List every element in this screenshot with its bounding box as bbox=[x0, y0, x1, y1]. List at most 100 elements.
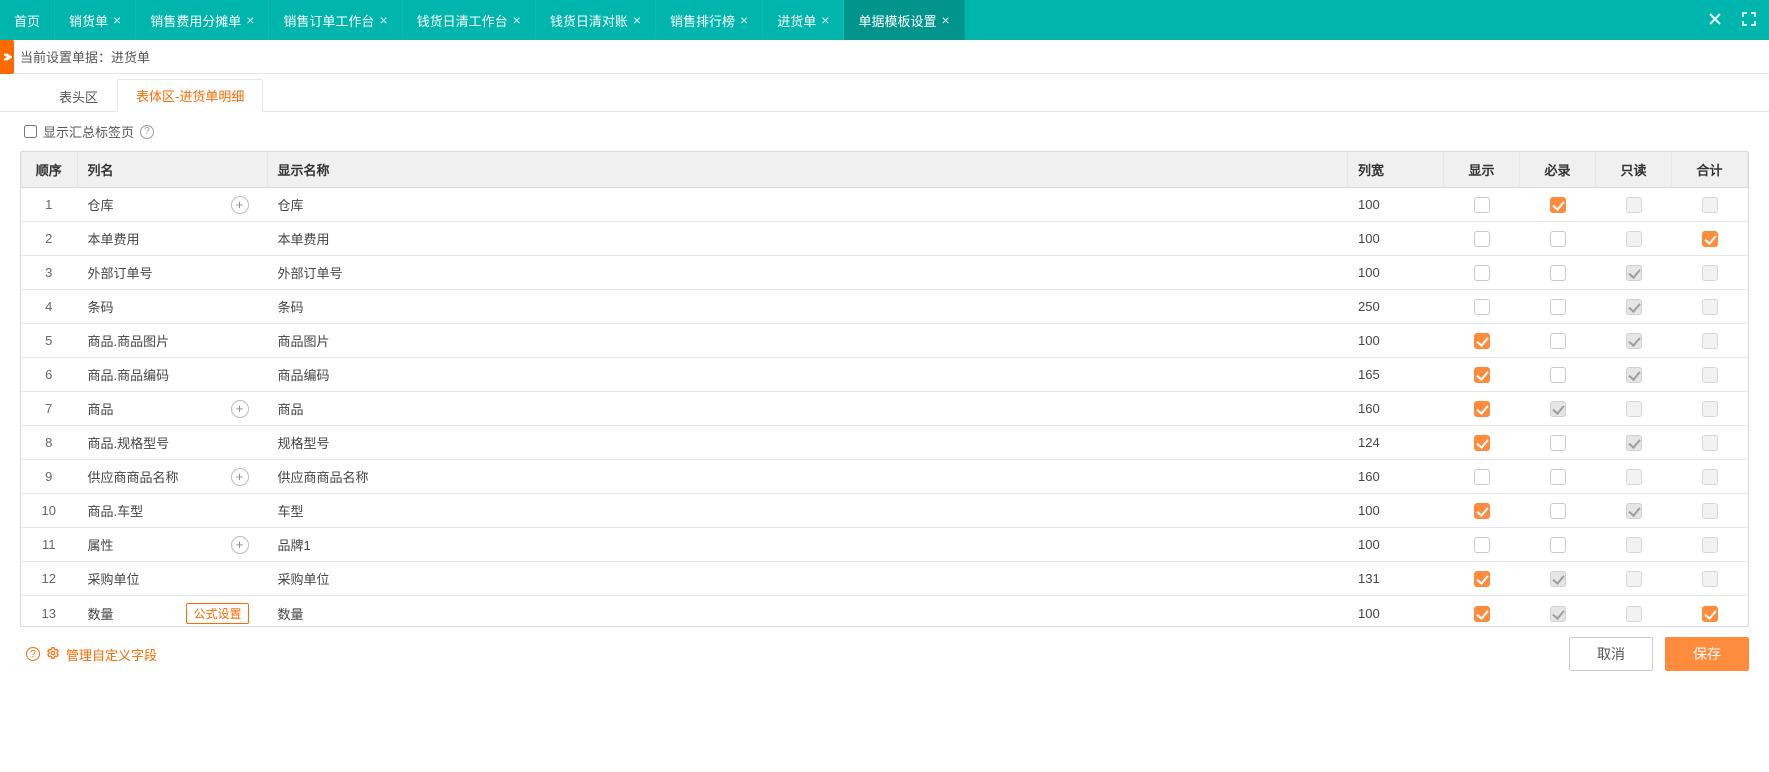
checkbox[interactable] bbox=[1474, 435, 1490, 451]
add-icon[interactable]: + bbox=[231, 468, 249, 486]
checkbox[interactable] bbox=[1550, 231, 1566, 247]
checkbox bbox=[1702, 299, 1718, 315]
manage-custom-fields-link[interactable]: 管理自定义字段 bbox=[66, 645, 157, 664]
checkbox bbox=[1702, 401, 1718, 417]
cell-display-name[interactable]: 仓库 bbox=[267, 188, 1348, 222]
table-row[interactable]: 8商品.规格型号规格型号124 bbox=[21, 426, 1748, 460]
cell-display-name[interactable]: 商品编码 bbox=[267, 358, 1348, 392]
close-icon[interactable]: × bbox=[246, 12, 254, 28]
table-row[interactable]: 7商品+商品160 bbox=[21, 392, 1748, 426]
checkbox[interactable] bbox=[1550, 469, 1566, 485]
app-tab[interactable]: 钱货日清对账× bbox=[536, 0, 656, 40]
collapse-handle-icon[interactable] bbox=[0, 40, 14, 74]
cell-display-name[interactable]: 商品图片 bbox=[267, 324, 1348, 358]
app-tab[interactable]: 销货单× bbox=[55, 0, 136, 40]
checkbox[interactable] bbox=[1550, 435, 1566, 451]
cell-show bbox=[1444, 392, 1520, 426]
cell-display-name[interactable]: 供应商商品名称 bbox=[267, 460, 1348, 494]
table-row[interactable]: 2本单费用本单费用100 bbox=[21, 222, 1748, 256]
close-icon[interactable]: × bbox=[821, 12, 829, 28]
close-all-icon[interactable] bbox=[1707, 11, 1723, 30]
checkbox[interactable] bbox=[1474, 571, 1490, 587]
cell-display-name[interactable]: 商品 bbox=[267, 392, 1348, 426]
table-row[interactable]: 13数量公式设置数量100 bbox=[21, 596, 1748, 627]
checkbox[interactable] bbox=[1474, 367, 1490, 383]
app-tab[interactable]: 销售费用分摊单× bbox=[136, 0, 269, 40]
checkbox[interactable] bbox=[1550, 197, 1566, 213]
cell-width[interactable]: 131 bbox=[1348, 562, 1444, 596]
cell-width[interactable]: 160 bbox=[1348, 460, 1444, 494]
close-icon[interactable]: × bbox=[513, 12, 521, 28]
add-icon[interactable]: + bbox=[231, 400, 249, 418]
checkbox[interactable] bbox=[1702, 231, 1718, 247]
checkbox[interactable] bbox=[1550, 367, 1566, 383]
app-tab[interactable]: 单据模板设置× bbox=[844, 0, 964, 40]
cell-width[interactable]: 165 bbox=[1348, 358, 1444, 392]
table-row[interactable]: 12采购单位采购单位131 bbox=[21, 562, 1748, 596]
cell-display-name[interactable]: 车型 bbox=[267, 494, 1348, 528]
table-row[interactable]: 6商品.商品编码商品编码165 bbox=[21, 358, 1748, 392]
app-tab[interactable]: 钱货日清工作台× bbox=[403, 0, 536, 40]
checkbox[interactable] bbox=[1474, 197, 1490, 213]
close-icon[interactable]: × bbox=[113, 12, 121, 28]
cancel-button[interactable]: 取消 bbox=[1569, 637, 1653, 671]
close-icon[interactable]: × bbox=[740, 12, 748, 28]
cell-display-name[interactable]: 数量 bbox=[267, 596, 1348, 627]
checkbox[interactable] bbox=[1550, 299, 1566, 315]
formula-button[interactable]: 公式设置 bbox=[186, 603, 248, 624]
table-row[interactable]: 3外部订单号外部订单号100 bbox=[21, 256, 1748, 290]
app-tab[interactable]: 首页 bbox=[0, 0, 55, 40]
cell-width[interactable]: 100 bbox=[1348, 222, 1444, 256]
cell-width[interactable]: 100 bbox=[1348, 494, 1444, 528]
app-tab[interactable]: 销售排行榜× bbox=[656, 0, 763, 40]
cell-width[interactable]: 100 bbox=[1348, 596, 1444, 627]
table-row[interactable]: 5商品.商品图片商品图片100 bbox=[21, 324, 1748, 358]
checkbox[interactable] bbox=[1474, 299, 1490, 315]
cell-display-name[interactable]: 采购单位 bbox=[267, 562, 1348, 596]
checkbox[interactable] bbox=[1474, 537, 1490, 553]
tab-header-area[interactable]: 表头区 bbox=[40, 80, 117, 112]
table-row[interactable]: 1仓库+仓库100 bbox=[21, 188, 1748, 222]
checkbox[interactable] bbox=[1702, 606, 1718, 622]
app-tab[interactable]: 销售订单工作台× bbox=[269, 0, 402, 40]
table-row[interactable]: 9供应商商品名称+供应商商品名称160 bbox=[21, 460, 1748, 494]
checkbox[interactable] bbox=[1550, 265, 1566, 281]
show-summary-checkbox[interactable] bbox=[24, 125, 37, 138]
cell-width[interactable]: 100 bbox=[1348, 188, 1444, 222]
close-icon[interactable]: × bbox=[941, 12, 949, 28]
cell-display-name[interactable]: 规格型号 bbox=[267, 426, 1348, 460]
checkbox[interactable] bbox=[1474, 401, 1490, 417]
add-icon[interactable]: + bbox=[231, 196, 249, 214]
help-icon[interactable]: ? bbox=[140, 125, 154, 139]
checkbox[interactable] bbox=[1474, 606, 1490, 622]
checkbox[interactable] bbox=[1474, 265, 1490, 281]
table-row[interactable]: 4条码条码250 bbox=[21, 290, 1748, 324]
checkbox[interactable] bbox=[1474, 333, 1490, 349]
cell-width[interactable]: 100 bbox=[1348, 324, 1444, 358]
fullscreen-icon[interactable] bbox=[1741, 11, 1757, 30]
cell-display-name[interactable]: 品牌1 bbox=[267, 528, 1348, 562]
cell-width[interactable]: 100 bbox=[1348, 256, 1444, 290]
close-icon[interactable]: × bbox=[379, 12, 387, 28]
close-icon[interactable]: × bbox=[633, 12, 641, 28]
checkbox[interactable] bbox=[1474, 469, 1490, 485]
help-icon[interactable]: ? bbox=[26, 647, 40, 661]
checkbox[interactable] bbox=[1474, 503, 1490, 519]
checkbox[interactable] bbox=[1550, 333, 1566, 349]
add-icon[interactable]: + bbox=[231, 536, 249, 554]
checkbox[interactable] bbox=[1550, 537, 1566, 553]
save-button[interactable]: 保存 bbox=[1665, 637, 1749, 671]
tab-body-area[interactable]: 表体区-进货单明细 bbox=[117, 79, 263, 112]
cell-width[interactable]: 250 bbox=[1348, 290, 1444, 324]
cell-display-name[interactable]: 外部订单号 bbox=[267, 256, 1348, 290]
checkbox[interactable] bbox=[1550, 503, 1566, 519]
cell-width[interactable]: 160 bbox=[1348, 392, 1444, 426]
cell-display-name[interactable]: 本单费用 bbox=[267, 222, 1348, 256]
cell-width[interactable]: 100 bbox=[1348, 528, 1444, 562]
app-tab[interactable]: 进货单× bbox=[763, 0, 844, 40]
table-row[interactable]: 10商品.车型车型100 bbox=[21, 494, 1748, 528]
table-row[interactable]: 11属性+品牌1100 bbox=[21, 528, 1748, 562]
cell-display-name[interactable]: 条码 bbox=[267, 290, 1348, 324]
cell-width[interactable]: 124 bbox=[1348, 426, 1444, 460]
checkbox[interactable] bbox=[1474, 231, 1490, 247]
